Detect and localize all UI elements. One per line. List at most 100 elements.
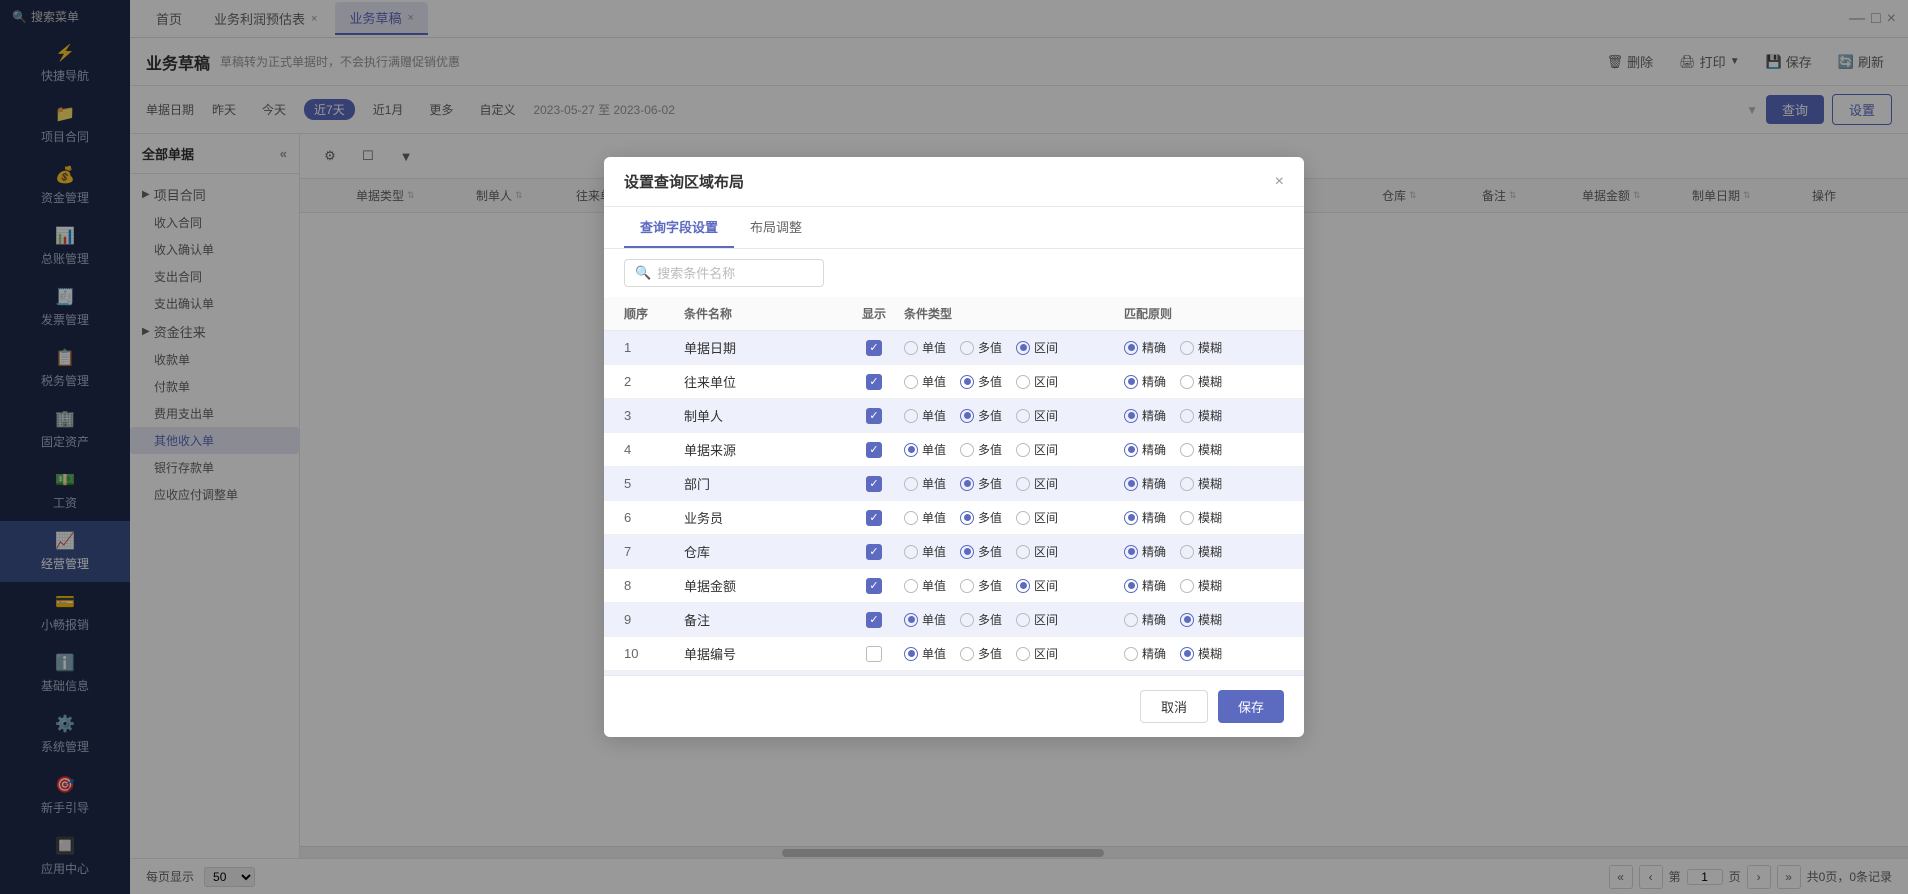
radio-group-match: 模糊 <box>1180 577 1222 594</box>
radio-type-单值[interactable] <box>904 647 918 661</box>
row-order: 4 <box>624 442 684 457</box>
radio-type-多值[interactable] <box>960 511 974 525</box>
radio-match-模糊[interactable] <box>1180 409 1194 423</box>
radio-type-单值[interactable] <box>904 443 918 457</box>
radio-label: 单值 <box>922 373 946 390</box>
show-checkbox[interactable]: ✓ <box>866 510 882 526</box>
radio-match-精确[interactable] <box>1124 647 1138 661</box>
modal-overlay[interactable]: 设置查询区域布局 × 查询字段设置 布局调整 🔍 顺序 条件名称 显示 <box>0 0 1908 894</box>
radio-type-区间[interactable] <box>1016 613 1030 627</box>
radio-match-精确[interactable] <box>1124 443 1138 457</box>
radio-label: 模糊 <box>1198 475 1222 492</box>
radio-type-区间[interactable] <box>1016 477 1030 491</box>
radio-type-多值[interactable] <box>960 613 974 627</box>
radio-type-多值[interactable] <box>960 409 974 423</box>
radio-type-多值[interactable] <box>960 341 974 355</box>
radio-label: 区间 <box>1034 373 1058 390</box>
radio-type-单值[interactable] <box>904 613 918 627</box>
modal-tab-layout-adjust[interactable]: 布局调整 <box>734 207 818 248</box>
radio-match-模糊[interactable] <box>1180 443 1194 457</box>
table-row: 2往来单位✓单值多值区间精确模糊 <box>604 365 1304 399</box>
table-row: 7仓库✓单值多值区间精确模糊 <box>604 535 1304 569</box>
radio-match-模糊[interactable] <box>1180 647 1194 661</box>
radio-match-模糊[interactable] <box>1180 375 1194 389</box>
row-match: 精确模糊 <box>1124 441 1284 458</box>
show-checkbox[interactable]: ✓ <box>866 408 882 424</box>
radio-label: 区间 <box>1034 611 1058 628</box>
radio-match-精确[interactable] <box>1124 511 1138 525</box>
radio-match-精确[interactable] <box>1124 375 1138 389</box>
row-match: 精确模糊 <box>1124 339 1284 356</box>
radio-type-多值[interactable] <box>960 647 974 661</box>
radio-group-type: 区间 <box>1016 543 1058 560</box>
radio-type-单值[interactable] <box>904 375 918 389</box>
radio-type-单值[interactable] <box>904 341 918 355</box>
radio-type-区间[interactable] <box>1016 511 1030 525</box>
radio-group-type: 多值 <box>960 441 1002 458</box>
col-name-header: 条件名称 <box>684 305 844 322</box>
radio-type-区间[interactable] <box>1016 443 1030 457</box>
show-checkbox[interactable]: ✓ <box>866 578 882 594</box>
row-match: 精确模糊 <box>1124 645 1284 662</box>
show-checkbox[interactable] <box>866 646 882 662</box>
radio-type-单值[interactable] <box>904 409 918 423</box>
radio-label: 精确 <box>1142 339 1166 356</box>
radio-group-match: 精确 <box>1124 475 1166 492</box>
radio-match-精确[interactable] <box>1124 579 1138 593</box>
radio-type-单值[interactable] <box>904 545 918 559</box>
row-show: ✓ <box>844 374 904 390</box>
radio-type-单值[interactable] <box>904 477 918 491</box>
radio-match-精确[interactable] <box>1124 545 1138 559</box>
radio-match-模糊[interactable] <box>1180 579 1194 593</box>
radio-type-多值[interactable] <box>960 545 974 559</box>
radio-match-模糊[interactable] <box>1180 477 1194 491</box>
save-button[interactable]: 保存 <box>1218 690 1284 723</box>
radio-group-match: 模糊 <box>1180 543 1222 560</box>
radio-match-模糊[interactable] <box>1180 545 1194 559</box>
table-row: 4单据来源✓单值多值区间精确模糊 <box>604 433 1304 467</box>
radio-type-区间[interactable] <box>1016 375 1030 389</box>
radio-type-多值[interactable] <box>960 443 974 457</box>
row-type: 单值多值区间 <box>904 407 1124 424</box>
radio-match-精确[interactable] <box>1124 409 1138 423</box>
radio-group-match: 模糊 <box>1180 407 1222 424</box>
radio-type-区间[interactable] <box>1016 647 1030 661</box>
show-checkbox[interactable]: ✓ <box>866 442 882 458</box>
modal-close-btn[interactable]: × <box>1275 173 1284 191</box>
modal-tab-field-settings[interactable]: 查询字段设置 <box>624 207 734 248</box>
radio-match-模糊[interactable] <box>1180 511 1194 525</box>
radio-group-type: 多值 <box>960 407 1002 424</box>
radio-match-模糊[interactable] <box>1180 341 1194 355</box>
modal-search-input[interactable] <box>657 266 813 281</box>
radio-type-单值[interactable] <box>904 511 918 525</box>
radio-type-单值[interactable] <box>904 579 918 593</box>
radio-label: 单值 <box>922 475 946 492</box>
radio-type-多值[interactable] <box>960 579 974 593</box>
radio-group-type: 单值 <box>904 441 946 458</box>
row-match: 精确模糊 <box>1124 577 1284 594</box>
show-checkbox[interactable]: ✓ <box>866 374 882 390</box>
radio-type-多值[interactable] <box>960 477 974 491</box>
radio-group-type: 多值 <box>960 509 1002 526</box>
radio-match-模糊[interactable] <box>1180 613 1194 627</box>
radio-label: 多值 <box>978 509 1002 526</box>
radio-type-区间[interactable] <box>1016 579 1030 593</box>
radio-type-区间[interactable] <box>1016 341 1030 355</box>
radio-match-精确[interactable] <box>1124 477 1138 491</box>
radio-match-精确[interactable] <box>1124 341 1138 355</box>
radio-match-精确[interactable] <box>1124 613 1138 627</box>
radio-group-match: 精确 <box>1124 577 1166 594</box>
show-checkbox[interactable]: ✓ <box>866 544 882 560</box>
row-match: 精确模糊 <box>1124 407 1284 424</box>
radio-type-区间[interactable] <box>1016 409 1030 423</box>
cancel-button[interactable]: 取消 <box>1140 690 1208 723</box>
show-checkbox[interactable]: ✓ <box>866 476 882 492</box>
row-condition-name: 往来单位 <box>684 372 844 391</box>
radio-group-type: 多值 <box>960 339 1002 356</box>
radio-group-match: 精确 <box>1124 645 1166 662</box>
radio-label: 模糊 <box>1198 407 1222 424</box>
radio-type-多值[interactable] <box>960 375 974 389</box>
show-checkbox[interactable]: ✓ <box>866 612 882 628</box>
radio-type-区间[interactable] <box>1016 545 1030 559</box>
show-checkbox[interactable]: ✓ <box>866 340 882 356</box>
